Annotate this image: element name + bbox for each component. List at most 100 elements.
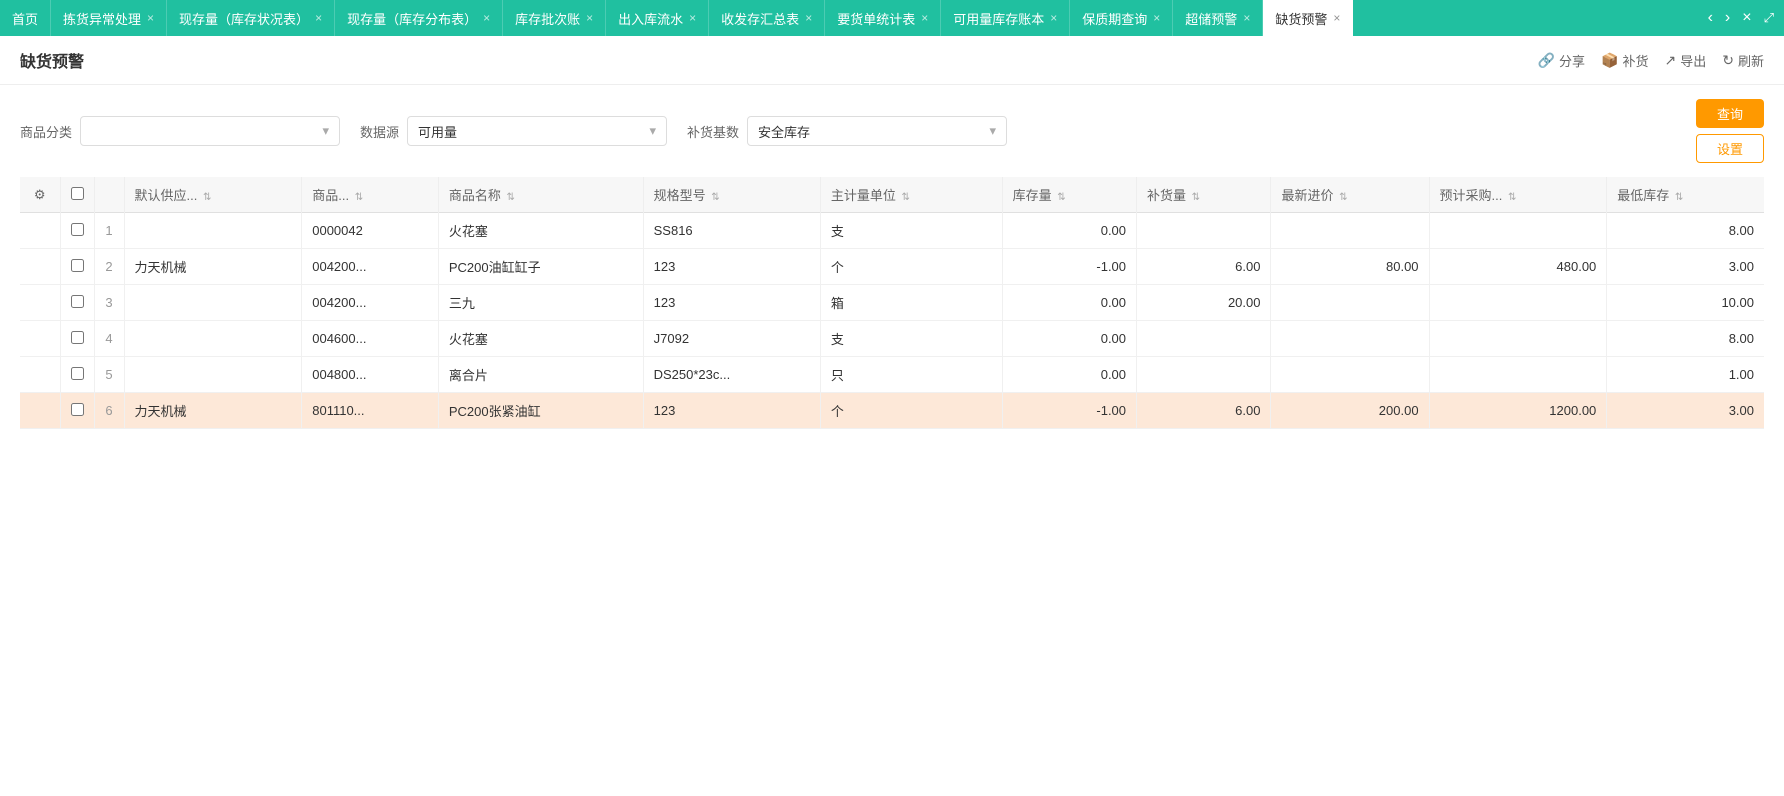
row-cb-3[interactable] [60,321,94,357]
row-supplier-1: 力天机械 [124,249,302,285]
tab-controls: ‹ › × ⤢ [1702,0,1784,36]
col-unit-label: 主计量单位 [831,188,896,203]
tab-batch[interactable]: 库存批次账 × [503,0,606,36]
refresh-icon: ↻ [1722,52,1734,69]
row-cb-1[interactable] [60,249,94,285]
close-tab-batch[interactable]: × [586,11,593,25]
row-gear-1 [20,249,60,285]
tab-expand-btn[interactable]: ⤢ [1758,0,1780,36]
col-goods-code[interactable]: 商品... ⇅ [302,177,439,213]
col-est-purchase[interactable]: 预计采购... ⇅ [1429,177,1607,213]
col-goods-name-sort-icon: ⇅ [506,192,514,203]
row-goods-code-0: 0000042 [302,213,439,249]
tab-expiry[interactable]: 保质期查询 × [1070,0,1173,36]
datasource-filter-group: 数据源 可用量 ▾ [360,116,667,146]
col-latest-price-sort-icon: ⇅ [1339,192,1347,203]
datasource-dropdown-icon: ▾ [650,123,657,139]
row-goods-name-4: 离合片 [438,357,643,393]
row-est-purchase-5: 1200.00 [1429,393,1607,429]
tab-next-btn[interactable]: › [1719,0,1736,36]
col-latest-price[interactable]: 最新进价 ⇅ [1271,177,1429,213]
col-gear[interactable]: ⚙ [20,177,60,213]
export-button[interactable]: ↗ 导出 [1665,51,1707,70]
row-latest-price-0 [1271,213,1429,249]
row-stock-4: 0.00 [1002,357,1136,393]
row-replenish-5: 6.00 [1137,393,1271,429]
row-num-0: 1 [94,213,124,249]
row-cb-0[interactable] [60,213,94,249]
refresh-button[interactable]: ↻ 刷新 [1722,51,1764,70]
tab-inout[interactable]: 出入库流水 × [606,0,709,36]
tab-collect[interactable]: 收发存汇总表 × [709,0,825,36]
replenish-base-select[interactable]: 安全库存 ▾ [747,116,1007,146]
close-tab-stock1[interactable]: × [315,11,322,25]
close-tab-order-stat[interactable]: × [921,11,928,25]
tab-stock2[interactable]: 现存量（库存分布表） × [335,0,503,36]
select-all-checkbox[interactable] [71,187,84,200]
col-supplier[interactable]: 默认供应... ⇅ [124,177,302,213]
close-tab-expiry[interactable]: × [1153,11,1160,25]
replenish-button[interactable]: 📦 补货 [1601,51,1648,70]
close-tab-inout[interactable]: × [689,11,696,25]
row-unit-2: 箱 [820,285,1002,321]
col-goods-name-label: 商品名称 [449,188,501,203]
row-goods-name-3: 火花塞 [438,321,643,357]
row-checkbox-0[interactable] [71,223,84,236]
row-goods-code-4: 004800... [302,357,439,393]
row-num-1: 2 [94,249,124,285]
col-replenish-sort-icon: ⇅ [1192,192,1200,203]
tab-prev-btn[interactable]: ‹ [1702,0,1719,36]
tab-shortage[interactable]: 缺货预警 × [1263,0,1353,36]
close-tab-collect[interactable]: × [805,11,812,25]
close-tab-stock2[interactable]: × [483,11,490,25]
share-icon: 🔗 [1538,52,1555,69]
tab-available[interactable]: 可用量库存账本 × [941,0,1070,36]
filter-action-buttons: 查询 设置 [1696,99,1764,163]
tab-close-all-btn[interactable]: × [1736,0,1757,36]
settings-button[interactable]: 设置 [1696,134,1764,163]
tab-overstock[interactable]: 超储预警 × [1173,0,1263,36]
row-num-5: 6 [94,393,124,429]
row-cb-2[interactable] [60,285,94,321]
row-checkbox-2[interactable] [71,295,84,308]
replenish-base-select-value: 安全库存 [758,122,810,141]
row-checkbox-3[interactable] [71,331,84,344]
col-spec[interactable]: 规格型号 ⇅ [643,177,820,213]
row-min-stock-2: 10.00 [1607,285,1764,321]
col-goods-name[interactable]: 商品名称 ⇅ [438,177,643,213]
row-checkbox-1[interactable] [71,259,84,272]
row-latest-price-2 [1271,285,1429,321]
row-checkbox-4[interactable] [71,367,84,380]
close-tab-shortage[interactable]: × [1333,11,1340,25]
row-checkbox-5[interactable] [71,403,84,416]
table-container: ⚙ 默认供应... ⇅ 商品... ⇅ 商品名称 ⇅ [0,177,1784,429]
row-goods-code-3: 004600... [302,321,439,357]
col-replenish[interactable]: 补货量 ⇅ [1137,177,1271,213]
row-stock-5: -1.00 [1002,393,1136,429]
col-unit[interactable]: 主计量单位 ⇅ [820,177,1002,213]
datasource-select[interactable]: 可用量 ▾ [407,116,667,146]
row-cb-4[interactable] [60,357,94,393]
row-latest-price-5: 200.00 [1271,393,1429,429]
col-checkbox [60,177,94,213]
col-min-stock[interactable]: 最低库存 ⇅ [1607,177,1764,213]
query-button[interactable]: 查询 [1696,99,1764,128]
share-button[interactable]: 🔗 分享 [1538,51,1585,70]
close-tab-overstock[interactable]: × [1243,11,1250,25]
row-cb-5[interactable] [60,393,94,429]
tab-home[interactable]: 首页 [0,0,51,36]
row-unit-4: 只 [820,357,1002,393]
category-select[interactable]: ▾ [80,116,340,146]
row-goods-name-5: PC200张紧油缸 [438,393,643,429]
col-stock-label: 库存量 [1013,188,1052,203]
tab-stock1[interactable]: 现存量（库存状况表） × [167,0,335,36]
row-est-purchase-4 [1429,357,1607,393]
close-tab-exception[interactable]: × [147,11,154,25]
tab-exception[interactable]: 拣货异常处理 × [51,0,167,36]
col-stock[interactable]: 库存量 ⇅ [1002,177,1136,213]
close-tab-available[interactable]: × [1050,11,1057,25]
tab-order-stat[interactable]: 要货单统计表 × [825,0,941,36]
table-row: 5 004800... 离合片 DS250*23c... 只 0.00 1.00 [20,357,1764,393]
row-est-purchase-3 [1429,321,1607,357]
col-supplier-label: 默认供应... [135,188,198,203]
